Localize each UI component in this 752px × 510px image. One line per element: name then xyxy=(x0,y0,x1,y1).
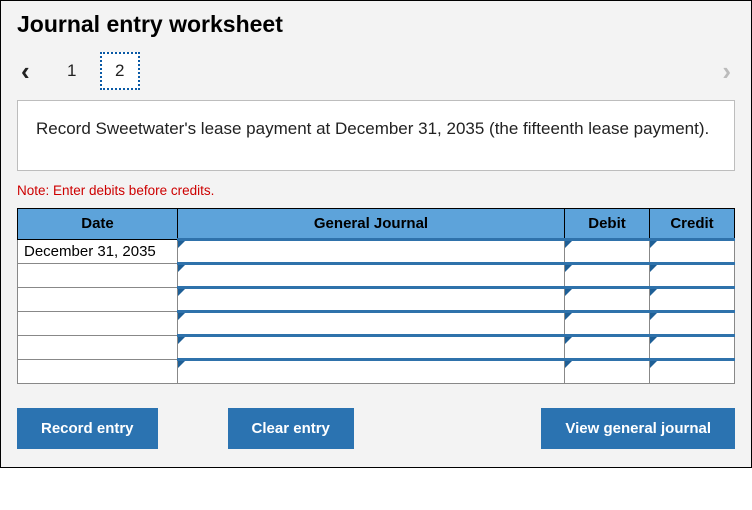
dropdown-icon xyxy=(178,265,185,272)
dropdown-icon xyxy=(565,289,572,296)
dropdown-icon xyxy=(565,265,572,272)
dropdown-icon xyxy=(178,361,185,368)
debit-cell[interactable] xyxy=(565,359,650,383)
journal-table: Date General Journal Debit Credit Decemb… xyxy=(17,208,735,384)
gj-cell[interactable] xyxy=(178,359,565,383)
dropdown-icon xyxy=(650,313,657,320)
debit-cell[interactable] xyxy=(565,239,650,263)
col-header-general-journal: General Journal xyxy=(178,208,565,239)
debit-cell[interactable] xyxy=(565,263,650,287)
debit-cell[interactable] xyxy=(565,287,650,311)
dropdown-icon xyxy=(650,289,657,296)
instruction-text: Record Sweetwater's lease payment at Dec… xyxy=(17,100,735,171)
date-cell[interactable] xyxy=(18,263,178,287)
clear-entry-button[interactable]: Clear entry xyxy=(228,408,354,449)
page-tab-1[interactable]: 1 xyxy=(52,52,92,90)
dropdown-icon xyxy=(178,313,185,320)
credit-cell[interactable] xyxy=(650,263,735,287)
dropdown-icon xyxy=(650,241,657,248)
record-entry-button[interactable]: Record entry xyxy=(17,408,158,449)
credit-cell[interactable] xyxy=(650,311,735,335)
date-cell[interactable]: December 31, 2035 xyxy=(18,239,178,263)
credit-cell[interactable] xyxy=(650,335,735,359)
dropdown-icon xyxy=(178,337,185,344)
journal-table-wrap: Date General Journal Debit Credit Decemb… xyxy=(1,208,751,394)
date-cell[interactable] xyxy=(18,359,178,383)
page-title: Journal entry worksheet xyxy=(1,1,751,46)
prev-page-button[interactable]: ‹ xyxy=(17,56,34,87)
gj-cell[interactable] xyxy=(178,263,565,287)
next-page-button[interactable]: › xyxy=(718,56,735,87)
table-row xyxy=(18,359,735,383)
date-cell[interactable] xyxy=(18,335,178,359)
table-row: December 31, 2035 xyxy=(18,239,735,263)
dropdown-icon xyxy=(178,241,185,248)
gj-cell[interactable] xyxy=(178,311,565,335)
view-general-journal-button[interactable]: View general journal xyxy=(541,408,735,449)
date-cell[interactable] xyxy=(18,287,178,311)
page-tab-2[interactable]: 2 xyxy=(100,52,140,90)
journal-tbody: December 31, 2035 xyxy=(18,239,735,383)
credit-cell[interactable] xyxy=(650,287,735,311)
table-row xyxy=(18,311,735,335)
table-row xyxy=(18,287,735,311)
credit-cell[interactable] xyxy=(650,359,735,383)
worksheet-panel: Journal entry worksheet ‹ 1 2 › Record S… xyxy=(0,0,752,468)
dropdown-icon xyxy=(565,361,572,368)
note-text: Note: Enter debits before credits. xyxy=(1,177,751,208)
dropdown-icon xyxy=(565,337,572,344)
dropdown-icon xyxy=(650,361,657,368)
dropdown-icon xyxy=(178,289,185,296)
credit-cell[interactable] xyxy=(650,239,735,263)
pager: ‹ 1 2 › xyxy=(1,46,751,100)
table-row xyxy=(18,263,735,287)
button-row: Record entry Clear entry View general jo… xyxy=(1,394,751,467)
col-header-credit: Credit xyxy=(650,208,735,239)
dropdown-icon xyxy=(565,241,572,248)
col-header-debit: Debit xyxy=(565,208,650,239)
dropdown-icon xyxy=(650,337,657,344)
gj-cell[interactable] xyxy=(178,239,565,263)
gj-cell[interactable] xyxy=(178,335,565,359)
date-cell[interactable] xyxy=(18,311,178,335)
dropdown-icon xyxy=(565,313,572,320)
dropdown-icon xyxy=(650,265,657,272)
gj-cell[interactable] xyxy=(178,287,565,311)
debit-cell[interactable] xyxy=(565,311,650,335)
col-header-date: Date xyxy=(18,208,178,239)
debit-cell[interactable] xyxy=(565,335,650,359)
table-row xyxy=(18,335,735,359)
